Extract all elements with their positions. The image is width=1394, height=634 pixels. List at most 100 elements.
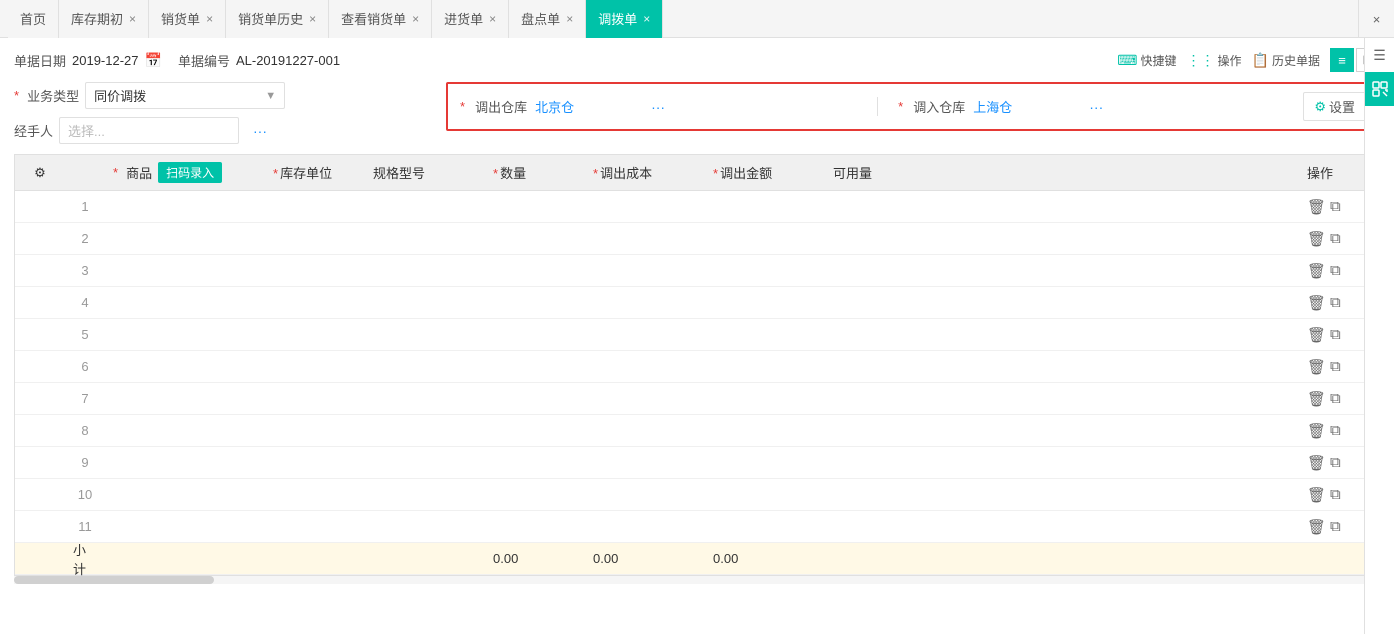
sidebar-list-icon[interactable]: ☰ [1365,38,1394,72]
tab-purchase[interactable]: 进货单 × [432,0,509,38]
row10-index: 10 [65,487,105,502]
date-value: 2019-12-27 [72,53,139,68]
operations-label: 操作 [1218,52,1242,69]
row8-copy-button[interactable]: ⧉ [1330,422,1341,440]
row2-copy-button[interactable]: ⧉ [1330,230,1341,248]
row8-index: 8 [65,423,105,438]
list-view-button[interactable]: ≡ [1330,48,1354,72]
row8-delete-button[interactable]: 🗑 [1307,422,1326,440]
keyboard-icon: ⌨ [1117,52,1137,69]
tab-sales-order[interactable]: 销货单 × [149,0,226,38]
row1-copy-button[interactable]: ⧉ [1330,198,1341,216]
row9-index: 9 [65,455,105,470]
form-left: * 业务类型 同价调拨 ▼ 经手人 选择... ··· [14,82,434,144]
header-row: 单据日期 2019-12-27 📅 单据编号 AL-20191227-001 ⌨… [14,48,1380,72]
scroll-thumb[interactable] [14,576,214,584]
col-qty-header: *数量 [485,163,585,182]
warehouse-in-more-button[interactable]: ··· [1089,99,1103,115]
subtotal-label: 小计 [65,540,105,578]
row6-copy-button[interactable]: ⧉ [1330,358,1341,376]
operations-button[interactable]: ⋮⋮ 操作 [1187,52,1242,69]
product-required-icon: * [113,165,118,180]
warehouse-out-required: * [460,99,465,114]
row3-copy-button[interactable]: ⧉ [1330,262,1341,280]
subtotal-cost: 0.00 [585,551,705,566]
row7-copy-button[interactable]: ⧉ [1330,390,1341,408]
table-row: 7 🗑 ⧉ [15,383,1379,415]
row9-delete-button[interactable]: 🗑 [1307,454,1326,472]
tab-home[interactable]: 首页 [8,0,59,38]
tab-sales-order-close[interactable]: × [206,13,213,25]
table-row: 11 🗑 ⧉ [15,511,1379,543]
form-area: * 业务类型 同价调拨 ▼ 经手人 选择... ··· * 调出仓库 北京仓 [14,82,1380,144]
col-settings-header[interactable]: ⚙ [15,165,65,181]
number-value: AL-20191227-001 [236,53,340,68]
horizontal-scrollbar[interactable] [14,576,1380,584]
col-cost-header: *调出成本 [585,163,705,182]
row10-copy-button[interactable]: ⧉ [1330,486,1341,504]
tab-inventory-init-close[interactable]: × [129,13,136,25]
subtotal-row: 小计 0.00 0.00 0.00 [15,543,1379,575]
cost-required-icon: * [593,166,598,181]
history-button[interactable]: 📋 历史单据 [1252,52,1320,69]
close-all-tabs-button[interactable]: × [1358,0,1394,38]
warehouse-out-label: 调出仓库 [475,97,527,116]
amount-required-icon: * [713,166,718,181]
business-type-required: * [14,88,19,103]
sidebar-expand-icon[interactable] [1365,72,1394,106]
tab-purchase-close[interactable]: × [489,13,496,25]
tab-stocktake[interactable]: 盘点单 × [509,0,586,38]
row10-delete-button[interactable]: 🗑 [1307,486,1326,504]
tab-view-sales-label: 查看销货单 [341,9,406,28]
table-row: 2 🗑 ⧉ [15,223,1379,255]
table-row: 3 🗑 ⧉ [15,255,1379,287]
person-placeholder: 选择... [68,121,105,140]
business-type-select[interactable]: 同价调拨 ▼ [85,82,285,109]
row3-delete-button[interactable]: 🗑 [1307,262,1326,280]
row7-delete-button[interactable]: 🗑 [1307,390,1326,408]
warehouse-out-more-button[interactable]: ··· [651,99,665,115]
tab-bar: 首页 库存期初 × 销货单 × 销货单历史 × 查看销货单 × 进货单 × 盘点… [0,0,1394,38]
row5-delete-button[interactable]: 🗑 [1307,326,1326,344]
row4-delete-button[interactable]: 🗑 [1307,294,1326,312]
settings-label: 设置 [1329,97,1355,116]
tab-home-label: 首页 [20,9,46,28]
person-select[interactable]: 选择... [59,117,239,144]
row4-copy-button[interactable]: ⧉ [1330,294,1341,312]
warehouse-in-value[interactable]: 上海仓 [973,97,1073,116]
row1-delete-button[interactable]: 🗑 [1307,198,1326,216]
tab-stocktake-close[interactable]: × [566,13,573,25]
scan-input-button[interactable]: 扫码录入 [158,162,222,183]
calendar-icon[interactable]: 📅 [145,52,162,69]
table-row: 5 🗑 ⧉ [15,319,1379,351]
tab-view-sales[interactable]: 查看销货单 × [329,0,432,38]
tab-inventory-init[interactable]: 库存期初 × [59,0,149,38]
shortcuts-button[interactable]: ⌨ 快捷键 [1117,52,1176,69]
tab-transfer-label: 调拨单 [598,9,637,28]
row1-index: 1 [65,199,105,214]
table-container: ⚙ * 商品 扫码录入 *库存单位 规格型号 *数量 *调出成本 *调出金额 可… [14,154,1380,576]
warehouse-in-required: * [898,99,903,114]
row9-copy-button[interactable]: ⧉ [1330,454,1341,472]
tab-sales-order-label: 销货单 [161,9,200,28]
tab-transfer[interactable]: 调拨单 × [586,0,663,38]
person-more-button[interactable]: ··· [253,123,267,139]
warehouse-out-value[interactable]: 北京仓 [535,97,635,116]
col-product-label: 商品 [126,163,152,182]
tab-sales-history-close[interactable]: × [309,13,316,25]
row4-index: 4 [65,295,105,310]
date-label: 单据日期 [14,51,66,70]
main-content: 单据日期 2019-12-27 📅 单据编号 AL-20191227-001 ⌨… [0,38,1394,594]
tab-stocktake-label: 盘点单 [521,9,560,28]
row11-copy-button[interactable]: ⧉ [1330,518,1341,536]
row5-copy-button[interactable]: ⧉ [1330,326,1341,344]
tab-view-sales-close[interactable]: × [412,13,419,25]
row2-delete-button[interactable]: 🗑 [1307,230,1326,248]
tab-transfer-close[interactable]: × [643,13,650,25]
table-row: 4 🗑 ⧉ [15,287,1379,319]
row6-delete-button[interactable]: 🗑 [1307,358,1326,376]
row11-delete-button[interactable]: 🗑 [1307,518,1326,536]
tab-sales-history[interactable]: 销货单历史 × [226,0,329,38]
settings-button[interactable]: ⚙ 设置 [1303,92,1366,121]
row6-index: 6 [65,359,105,374]
